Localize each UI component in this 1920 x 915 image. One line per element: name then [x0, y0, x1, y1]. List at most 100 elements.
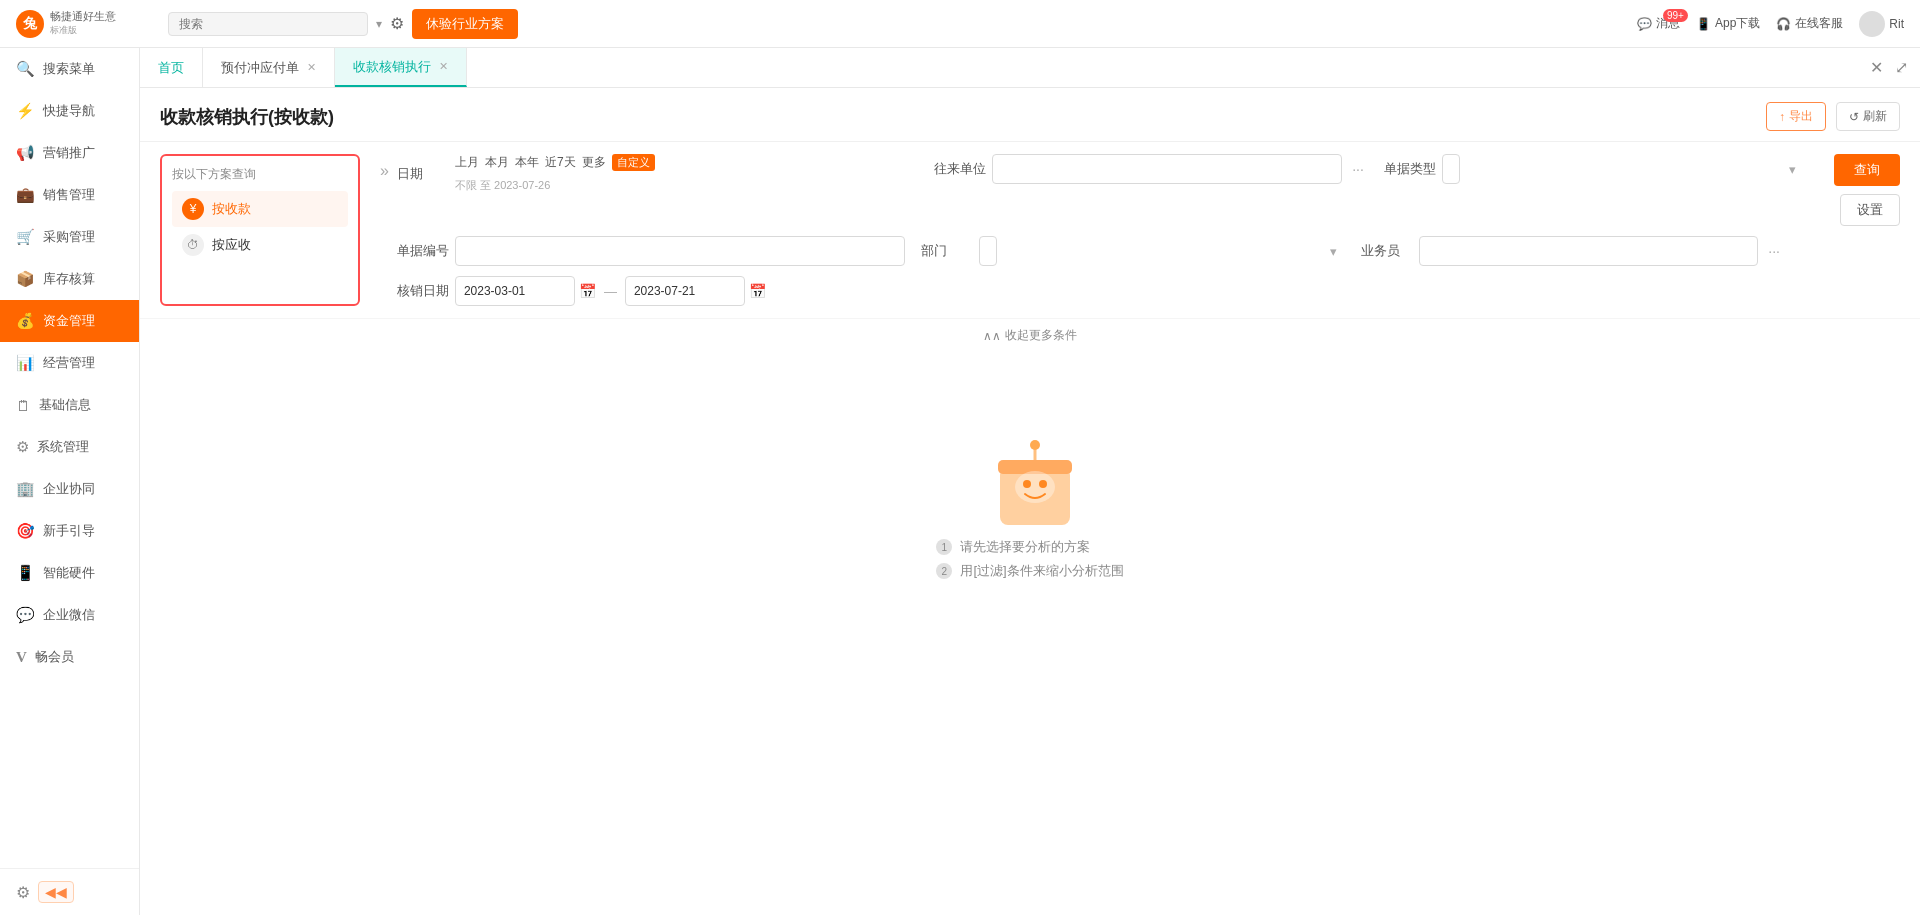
filter-section: 按以下方案查询 ¥ 按收款 ⏱ 按应收 »: [140, 142, 1920, 318]
page-header: 收款核销执行(按收款) ↑ 导出 ↺ 刷新: [140, 88, 1920, 142]
top-bar-right: 💬 消息 99+ 📱 App下载 🎧 在线客服 Rit: [1637, 11, 1904, 37]
sidebar-item-vip[interactable]: V 畅会员: [0, 636, 139, 678]
writeoff-date-to[interactable]: 2023-07-21: [625, 276, 745, 306]
lightning-icon: ⚡: [16, 102, 35, 120]
date-custom-badge[interactable]: 自定义: [612, 154, 655, 171]
tab-collection[interactable]: 收款核销执行 ✕: [335, 48, 467, 87]
svg-point-6: [1030, 440, 1040, 450]
page-inner: 收款核销执行(按收款) ↑ 导出 ↺ 刷新 按以下方案查询: [140, 88, 1920, 915]
sidebar-item-smart-hw[interactable]: 📱 智能硬件: [0, 552, 139, 594]
export-label: 导出: [1789, 108, 1813, 125]
user-area[interactable]: Rit: [1859, 11, 1904, 37]
sidebar-item-system[interactable]: ⚙ 系统管理: [0, 426, 139, 468]
system-icon: ⚙: [16, 438, 29, 456]
sidebar-item-operations[interactable]: 📊 经营管理: [0, 342, 139, 384]
logo-badge: 标准版: [50, 24, 116, 37]
date-shortcut-7days[interactable]: 近7天: [545, 154, 576, 171]
tab-bar-actions: ✕ ⤢: [1866, 54, 1920, 81]
sidebar-item-basic-info[interactable]: 🗒 基础信息: [0, 384, 139, 426]
date-shortcut-thismonth[interactable]: 本月: [485, 154, 509, 171]
tab-home[interactable]: 首页: [140, 48, 203, 87]
gear-icon[interactable]: ⚙: [390, 14, 404, 33]
tab-bar: 首页 预付冲应付单 ✕ 收款核销执行 ✕ ✕ ⤢: [140, 48, 1920, 88]
message-icon: 💬: [1637, 17, 1652, 31]
refresh-label: 刷新: [1863, 108, 1887, 125]
export-icon: ↑: [1779, 110, 1785, 124]
date-filter-label: 日期: [397, 165, 449, 183]
filter-option-receivable[interactable]: ⏱ 按应收: [172, 227, 348, 263]
guide-icon: 🎯: [16, 522, 35, 540]
sidebar-settings-button[interactable]: ⚙: [16, 883, 30, 902]
sidebar-bottom: ⚙ ◀◀: [0, 868, 139, 915]
user-name: Rit: [1889, 17, 1904, 31]
sidebar-item-label: 采购管理: [43, 228, 95, 246]
collapse-more-button[interactable]: ∧∧ 收起更多条件: [983, 327, 1077, 344]
message-icon-area[interactable]: 💬 消息 99+: [1637, 15, 1680, 32]
counterpart-more-icon[interactable]: ···: [1348, 161, 1368, 177]
salesperson-more-icon[interactable]: ···: [1764, 243, 1784, 259]
sidebar-item-sales[interactable]: 💼 销售管理: [0, 174, 139, 216]
sidebar-item-enterprise[interactable]: 🏢 企业协同: [0, 468, 139, 510]
message-badge: 99+: [1663, 9, 1688, 22]
sidebar-item-label: 企业协同: [43, 480, 95, 498]
date-shortcut-lastmonth[interactable]: 上月: [455, 154, 479, 171]
page-title: 收款核销执行(按收款): [160, 105, 334, 129]
receivable-icon: ⏱: [182, 234, 204, 256]
voucher-no-label: 单据编号: [397, 242, 449, 260]
sidebar-item-finance[interactable]: 💰 资金管理: [0, 300, 139, 342]
empty-robot-svg: [980, 432, 1090, 532]
chevron-down-icon[interactable]: ▾: [376, 17, 382, 31]
counterpart-input[interactable]: [992, 154, 1342, 184]
online-service[interactable]: 🎧 在线客服: [1776, 15, 1843, 32]
list-icon: 🗒: [16, 397, 31, 414]
cart-icon: 🛒: [16, 228, 35, 246]
filter-option-collection[interactable]: ¥ 按收款: [172, 191, 348, 227]
calendar-icon-from[interactable]: 📅: [579, 283, 596, 299]
collapse-more-label: 收起更多条件: [1005, 327, 1077, 344]
settings-button[interactable]: 设置: [1840, 194, 1900, 226]
sidebar-item-marketing[interactable]: 📢 营销推广: [0, 132, 139, 174]
writeoff-date-label: 核销日期: [397, 282, 449, 300]
tab-prepayment[interactable]: 预付冲应付单 ✕: [203, 48, 335, 87]
sidebar-item-quick-nav[interactable]: ⚡ 快捷导航: [0, 90, 139, 132]
tab-expand-button[interactable]: ⤢: [1891, 54, 1912, 81]
sidebar-item-label: 畅会员: [35, 648, 74, 666]
department-label: 部门: [921, 242, 973, 260]
sidebar: 🔍 搜索菜单 ⚡ 快捷导航 📢 营销推广 💼 销售管理 🛒 采购管理 📦 库存核…: [0, 48, 140, 915]
page-header-actions: ↑ 导出 ↺ 刷新: [1766, 102, 1900, 131]
voucher-no-input[interactable]: [455, 236, 905, 266]
tab-close-icon[interactable]: ✕: [439, 60, 448, 73]
filter-panel-collapse-button[interactable]: »: [380, 162, 389, 180]
salesperson-input[interactable]: [1419, 236, 1759, 266]
app-download[interactable]: 📱 App下载: [1696, 15, 1760, 32]
sidebar-item-search-menu[interactable]: 🔍 搜索菜单: [0, 48, 139, 90]
chevron-up-icon: ∧∧: [983, 329, 1001, 343]
sales-icon: 💼: [16, 186, 35, 204]
search-input[interactable]: [168, 12, 368, 36]
refresh-button[interactable]: ↺ 刷新: [1836, 102, 1900, 131]
app-download-label: App下载: [1715, 15, 1760, 32]
sidebar-item-purchase[interactable]: 🛒 采购管理: [0, 216, 139, 258]
sidebar-item-beginner[interactable]: 🎯 新手引导: [0, 510, 139, 552]
writeoff-date-from[interactable]: 2023-03-01: [455, 276, 575, 306]
query-button[interactable]: 查询: [1834, 154, 1900, 186]
sidebar-item-label: 资金管理: [43, 312, 95, 330]
calendar-icon-to[interactable]: 📅: [749, 283, 766, 299]
top-bar-search: ▾ ⚙ 休验行业方案: [168, 9, 1625, 39]
sidebar-item-wechat[interactable]: 💬 企业微信: [0, 594, 139, 636]
enterprise-icon: 🏢: [16, 480, 35, 498]
tab-close-icon[interactable]: ✕: [307, 61, 316, 74]
date-shortcut-more[interactable]: 更多: [582, 154, 606, 171]
doc-type-select[interactable]: [1442, 154, 1460, 184]
industry-button[interactable]: 休验行业方案: [412, 9, 518, 39]
filter-left-panel: 按以下方案查询 ¥ 按收款 ⏱ 按应收: [160, 154, 360, 306]
tab-close-all-button[interactable]: ✕: [1866, 54, 1887, 81]
sidebar-item-label: 系统管理: [37, 438, 89, 456]
sidebar-item-inventory[interactable]: 📦 库存核算: [0, 258, 139, 300]
salesperson-label: 业务员: [1361, 242, 1413, 260]
date-shortcut-thisyear[interactable]: 本年: [515, 154, 539, 171]
export-button[interactable]: ↑ 导出: [1766, 102, 1826, 131]
sidebar-collapse-button[interactable]: ◀◀: [38, 881, 74, 903]
department-select[interactable]: [979, 236, 997, 266]
finance-icon: 💰: [16, 312, 35, 330]
